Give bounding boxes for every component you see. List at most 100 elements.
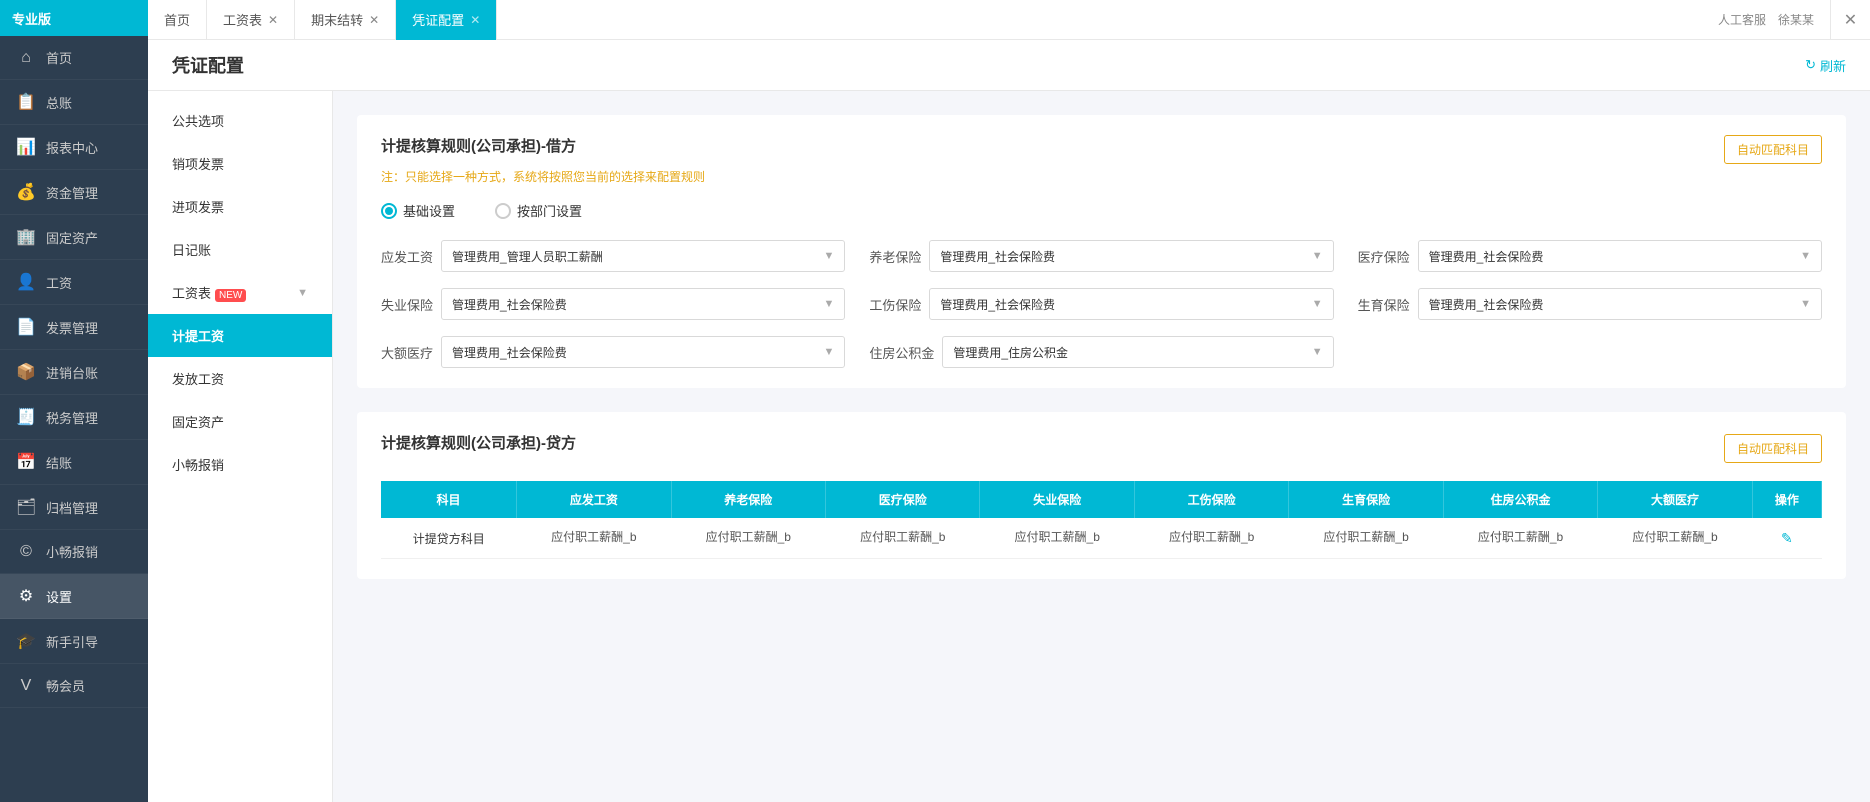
debit-form-label-0-2: 医疗保险 [1358,247,1410,266]
debit-form-select-2-1[interactable]: 管理费用_住房公积金 ▼ [942,336,1333,368]
debit-form-select-0-1[interactable]: 管理费用_社会保险费 ▼ [929,240,1333,272]
left-nav-item-sales_invoice[interactable]: 销项发票 [148,142,332,185]
sidebar-item-report_center[interactable]: 📊报表中心 [0,125,148,170]
sidebar-item-fund_mgmt[interactable]: 💰 资金管理 [0,170,148,215]
credit-table: 科目应发工资养老保险医疗保险失业保险工伤保险生育保险住房公积金大额医疗操作 计提… [381,481,1822,559]
debit-auto-match-button[interactable]: 自动匹配科目 [1724,135,1822,164]
sidebar-item-xiaochang_bx[interactable]: ©小畅报销 [0,530,148,574]
sidebar-item-fixed_assets[interactable]: 🏢固定资产 [0,215,148,260]
page-header: 凭证配置 ↻ 刷新 [148,40,1870,91]
sidebar-item-invoice_mgmt[interactable]: 📄发票管理 [0,305,148,350]
sidebar-icon-home: ⌂ [16,49,36,67]
left-nav-item-accrued_salary[interactable]: 计提工资 [148,314,332,357]
tab-label-period_close: 期末结转 [311,10,363,29]
sidebar-item-settings[interactable]: ⚙ 设置 [0,574,148,619]
sidebar-item-new_user_guide[interactable]: 🎓新手引导 [0,619,148,664]
debit-form-select-0-0[interactable]: 管理费用_管理人员职工薪酬 ▼ [441,240,845,272]
debit-form-select-1-2[interactable]: 管理费用_社会保险费 ▼ [1418,288,1822,320]
tab-home[interactable]: 首页 [148,0,207,40]
sidebar-label-invoice_mgmt: 发票管理 [46,318,98,337]
table-row: 计提贷方科目应付职工薪酬_b应付职工薪酬_b应付职工薪酬_b应付职工薪酬_b应付… [381,518,1822,559]
sidebar-icon-fixed_assets: 🏢 [16,227,36,247]
credit-row-0-val-0: 应付职工薪酬_b [517,518,671,559]
sidebar-icon-member: V [16,677,36,695]
credit-row-0-val-5: 应付职工薪酬_b [1289,518,1443,559]
sidebar-item-salary[interactable]: 👤工资 [0,260,148,305]
sidebar-icon-salary: 👤 [16,272,36,292]
content-layout: 公共选项销项发票进项发票日记账工资表NEW▼ 计提工资发放工资固定资产小畅报销 计… [148,91,1870,802]
credit-row-0-val-7: 应付职工薪酬_b [1598,518,1752,559]
credit-col-3: 医疗保险 [826,481,980,518]
left-nav-label-accrued_salary: 计提工资 [172,326,224,345]
edit-icon-0[interactable]: ✎ [1781,530,1793,546]
left-nav-item-fixed_assets[interactable]: 固定资产 [148,400,332,443]
left-nav-label-purchase_invoice: 进项发票 [172,197,224,216]
radio-dept-circle [495,203,511,219]
debit-form-select-0-2[interactable]: 管理费用_社会保险费 ▼ [1418,240,1822,272]
credit-row-0-action[interactable]: ✎ [1752,518,1821,559]
tab-close-voucher_config[interactable]: ✕ [470,13,480,27]
left-nav-item-payroll_table[interactable]: 工资表NEW▼ [148,271,332,314]
sidebar-item-archive_mgmt[interactable]: 🗂归档管理 [0,485,148,530]
debit-select-value-1-0: 管理费用_社会保险费 [452,296,567,313]
credit-col-6: 生育保险 [1289,481,1443,518]
main-area: 首页工资表✕期末结转✕凭证配置✕ 人工客服 徐某某 ✕ 凭证配置 ↻ 刷新 公共… [148,0,1870,802]
left-nav-item-pay_salary[interactable]: 发放工资 [148,357,332,400]
credit-row-0-val-1: 应付职工薪酬_b [671,518,825,559]
credit-section: 计提核算规则(公司承担)-贷方 自动匹配科目 科目应发工资养老保险医疗保险失业保… [357,412,1846,579]
left-nav-item-xiaochangbx[interactable]: 小畅报销 [148,443,332,486]
debit-form-label-1-1: 工伤保险 [869,295,921,314]
topbar: 首页工资表✕期末结转✕凭证配置✕ 人工客服 徐某某 ✕ [148,0,1870,40]
credit-row-0-val-6: 应付职工薪酬_b [1443,518,1597,559]
left-nav-label-pay_salary: 发放工资 [172,369,224,388]
left-nav-label-xiaochangbx: 小畅报销 [172,455,224,474]
credit-col-1: 应发工资 [517,481,671,518]
tab-voucher_config[interactable]: 凭证配置✕ [396,0,497,40]
debit-form-select-1-1[interactable]: 管理费用_社会保险费 ▼ [929,288,1333,320]
debit-select-arrow-1-1: ▼ [1312,298,1323,310]
left-nav-item-journal[interactable]: 日记账 [148,228,332,271]
debit-select-value-2-1: 管理费用_住房公积金 [953,344,1068,361]
refresh-button[interactable]: ↻ 刷新 [1805,56,1846,75]
debit-select-arrow-1-0: ▼ [823,298,834,310]
credit-col-8: 大额医疗 [1598,481,1752,518]
right-content: 计提核算规则(公司承担)-借方 注：只能选择一种方式，系统将按照您当前的选择来配… [333,91,1870,802]
tab-period_close[interactable]: 期末结转 ✕ [295,0,396,40]
sidebar-icon-settings: ⚙ [16,586,36,606]
tab-close-period_close[interactable]: ✕ [369,13,379,27]
left-nav-item-purchase_invoice[interactable]: 进项发票 [148,185,332,228]
sidebar-item-purchase_sales[interactable]: 📦进销台账 [0,350,148,395]
tab-close-payroll[interactable]: ✕ [268,13,278,27]
debit-form-select-1-0[interactable]: 管理费用_社会保险费 ▼ [441,288,845,320]
debit-form-item-0-0: 应发工资 管理费用_管理人员职工薪酬 ▼ [381,240,845,272]
radio-group: 基础设置 按部门设置 [381,201,1822,220]
left-nav-label-fixed_assets: 固定资产 [172,412,224,431]
user-service: 人工客服 [1718,11,1766,28]
debit-select-arrow-0-0: ▼ [823,250,834,262]
credit-row-0-val-3: 应付职工薪酬_b [980,518,1134,559]
radio-dept-setup[interactable]: 按部门设置 [495,201,582,220]
debit-form-select-2-0[interactable]: 管理费用_社会保险费 ▼ [441,336,845,368]
sidebar-label-fund_mgmt: 资金管理 [46,183,98,202]
sidebar-label-member: 畅会员 [46,676,85,695]
left-nav-item-public_options[interactable]: 公共选项 [148,99,332,142]
sidebar-label-tax_mgmt: 税务管理 [46,408,98,427]
credit-auto-match-button[interactable]: 自动匹配科目 [1724,434,1822,463]
window-close-button[interactable]: ✕ [1830,0,1870,40]
tab-payroll[interactable]: 工资表✕ [207,0,295,40]
radio-basic-setup[interactable]: 基础设置 [381,201,455,220]
sidebar-icon-purchase_sales: 📦 [16,362,36,382]
sidebar-icon-fund_mgmt: 💰 [16,182,36,202]
sidebar-item-home[interactable]: ⌂首页 [0,36,148,80]
debit-section: 计提核算规则(公司承担)-借方 注：只能选择一种方式，系统将按照您当前的选择来配… [357,115,1846,388]
sidebar-item-tax_mgmt[interactable]: 🧾 税务管理 [0,395,148,440]
sidebar-icon-new_user_guide: 🎓 [16,631,36,651]
sidebar-item-period_close[interactable]: 📅结账 [0,440,148,485]
sidebar-item-general_ledger[interactable]: 📋总账 [0,80,148,125]
sidebar-icon-tax_mgmt: 🧾 [16,407,36,427]
sidebar-label-settings: 设置 [46,587,72,606]
debit-select-value-0-0: 管理费用_管理人员职工薪酬 [452,248,603,265]
debit-form-item-1-0: 失业保险 管理费用_社会保险费 ▼ [381,288,845,320]
debit-form-label-1-2: 生育保险 [1358,295,1410,314]
sidebar-item-member[interactable]: V 畅会员 [0,664,148,708]
